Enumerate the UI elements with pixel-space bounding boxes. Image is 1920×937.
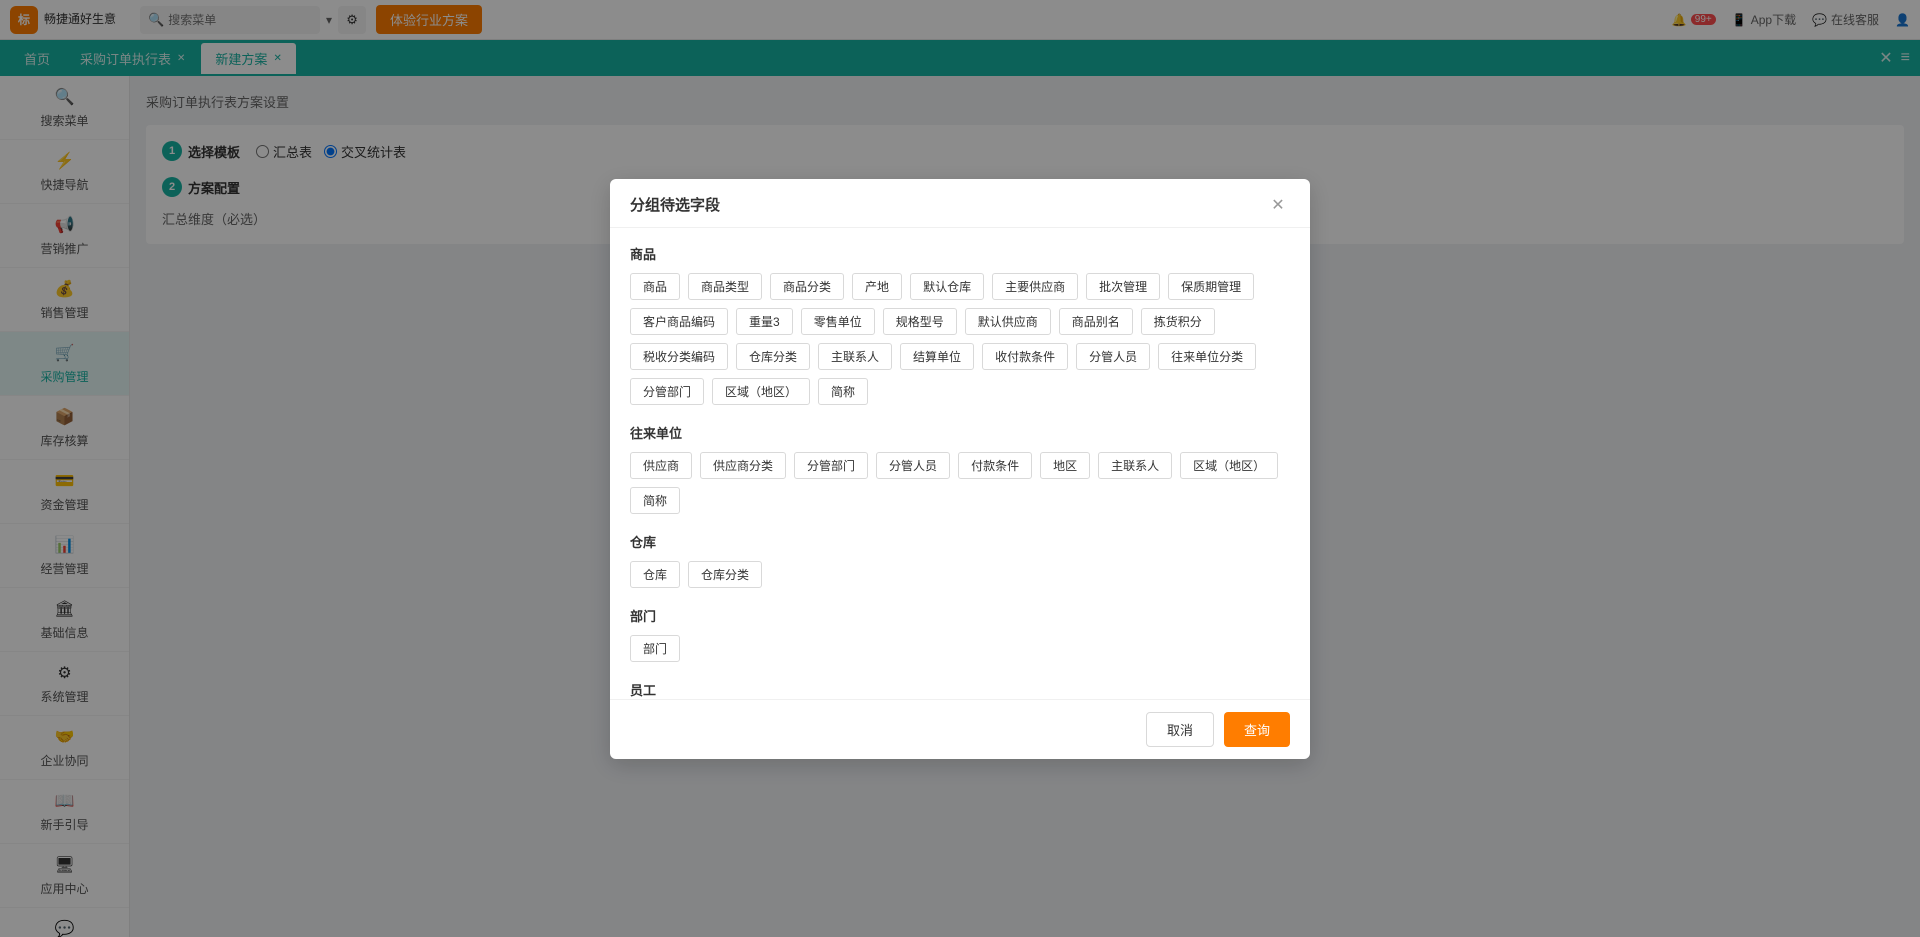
field-chip[interactable]: 结算单位 — [900, 343, 974, 370]
field-chip[interactable]: 分管人员 — [876, 452, 950, 479]
field-chip[interactable]: 默认供应商 — [965, 308, 1051, 335]
field-chips-商品: 商品商品类型商品分类产地默认仓库主要供应商批次管理保质期管理客户商品编码重量3 零… — [630, 273, 1290, 405]
field-chip[interactable]: 分管人员 — [1076, 343, 1150, 370]
field-chip[interactable]: 供应商 — [630, 452, 692, 479]
field-section-员工: 员工业务员 — [630, 680, 1290, 699]
field-chips-部门: 部门 — [630, 635, 1290, 662]
field-chip[interactable]: 产地 — [852, 273, 902, 300]
field-chip[interactable]: 商品类型 — [688, 273, 762, 300]
field-chip[interactable]: 主联系人 — [1098, 452, 1172, 479]
field-chip[interactable]: 简称 — [818, 378, 868, 405]
field-section-仓库: 仓库仓库仓库分类 — [630, 532, 1290, 588]
cancel-button[interactable]: 取消 — [1146, 712, 1214, 747]
confirm-button[interactable]: 查询 — [1224, 712, 1290, 747]
field-chip[interactable]: 税收分类编码 — [630, 343, 728, 370]
field-chip[interactable]: 仓库分类 — [736, 343, 810, 370]
field-chip[interactable]: 付款条件 — [958, 452, 1032, 479]
field-chip[interactable]: 分管部门 — [630, 378, 704, 405]
field-chip[interactable]: 区域（地区） — [712, 378, 810, 405]
field-section-部门: 部门部门 — [630, 606, 1290, 662]
modal-body: 商品商品商品类型商品分类产地默认仓库主要供应商批次管理保质期管理客户商品编码重量… — [610, 228, 1310, 699]
field-chip[interactable]: 零售单位 — [801, 308, 875, 335]
field-chip[interactable]: 主联系人 — [818, 343, 892, 370]
field-chip[interactable]: 规格型号 — [883, 308, 957, 335]
field-chips-往来单位: 供应商供应商分类分管部门分管人员付款条件地区主联系人区域（地区） 简称 — [630, 452, 1290, 514]
field-section-title: 往来单位 — [630, 423, 1290, 442]
field-chip[interactable]: 往来单位分类 — [1158, 343, 1256, 370]
field-chip[interactable]: 简称 — [630, 487, 680, 514]
field-chip[interactable]: 批次管理 — [1086, 273, 1160, 300]
field-chip[interactable]: 地区 — [1040, 452, 1090, 479]
field-section-title: 商品 — [630, 244, 1290, 263]
field-chip[interactable]: 仓库 — [630, 561, 680, 588]
field-section-title: 员工 — [630, 680, 1290, 699]
field-chip[interactable]: 主要供应商 — [992, 273, 1078, 300]
modal-footer: 取消 查询 — [610, 699, 1310, 759]
modal-header: 分组待选字段 ✕ — [610, 179, 1310, 228]
field-chips-仓库: 仓库仓库分类 — [630, 561, 1290, 588]
field-chip[interactable]: 默认仓库 — [910, 273, 984, 300]
field-chip[interactable]: 商品分类 — [770, 273, 844, 300]
modal-close-button[interactable]: ✕ — [1266, 193, 1290, 217]
field-selector-modal: 分组待选字段 ✕ 商品商品商品类型商品分类产地默认仓库主要供应商批次管理保质期管… — [610, 179, 1310, 759]
field-section-title: 仓库 — [630, 532, 1290, 551]
field-chip[interactable]: 客户商品编码 — [630, 308, 728, 335]
field-chip[interactable]: 供应商分类 — [700, 452, 786, 479]
modal-backdrop: 分组待选字段 ✕ 商品商品商品类型商品分类产地默认仓库主要供应商批次管理保质期管… — [0, 0, 1920, 937]
field-chip[interactable]: 重量3 — [736, 308, 793, 335]
field-chip[interactable]: 商品 — [630, 273, 680, 300]
field-chip[interactable]: 拣货积分 — [1141, 308, 1215, 335]
modal-title: 分组待选字段 — [630, 194, 720, 215]
field-chip[interactable]: 区域（地区） — [1180, 452, 1278, 479]
field-chip[interactable]: 收付款条件 — [982, 343, 1068, 370]
field-chip[interactable]: 部门 — [630, 635, 680, 662]
field-section-往来单位: 往来单位供应商供应商分类分管部门分管人员付款条件地区主联系人区域（地区） 简称 — [630, 423, 1290, 514]
field-chip[interactable]: 仓库分类 — [688, 561, 762, 588]
field-chip[interactable]: 商品别名 — [1059, 308, 1133, 335]
field-chip[interactable]: 保质期管理 — [1168, 273, 1254, 300]
field-section-商品: 商品商品商品类型商品分类产地默认仓库主要供应商批次管理保质期管理客户商品编码重量… — [630, 244, 1290, 405]
field-chip[interactable]: 分管部门 — [794, 452, 868, 479]
field-section-title: 部门 — [630, 606, 1290, 625]
